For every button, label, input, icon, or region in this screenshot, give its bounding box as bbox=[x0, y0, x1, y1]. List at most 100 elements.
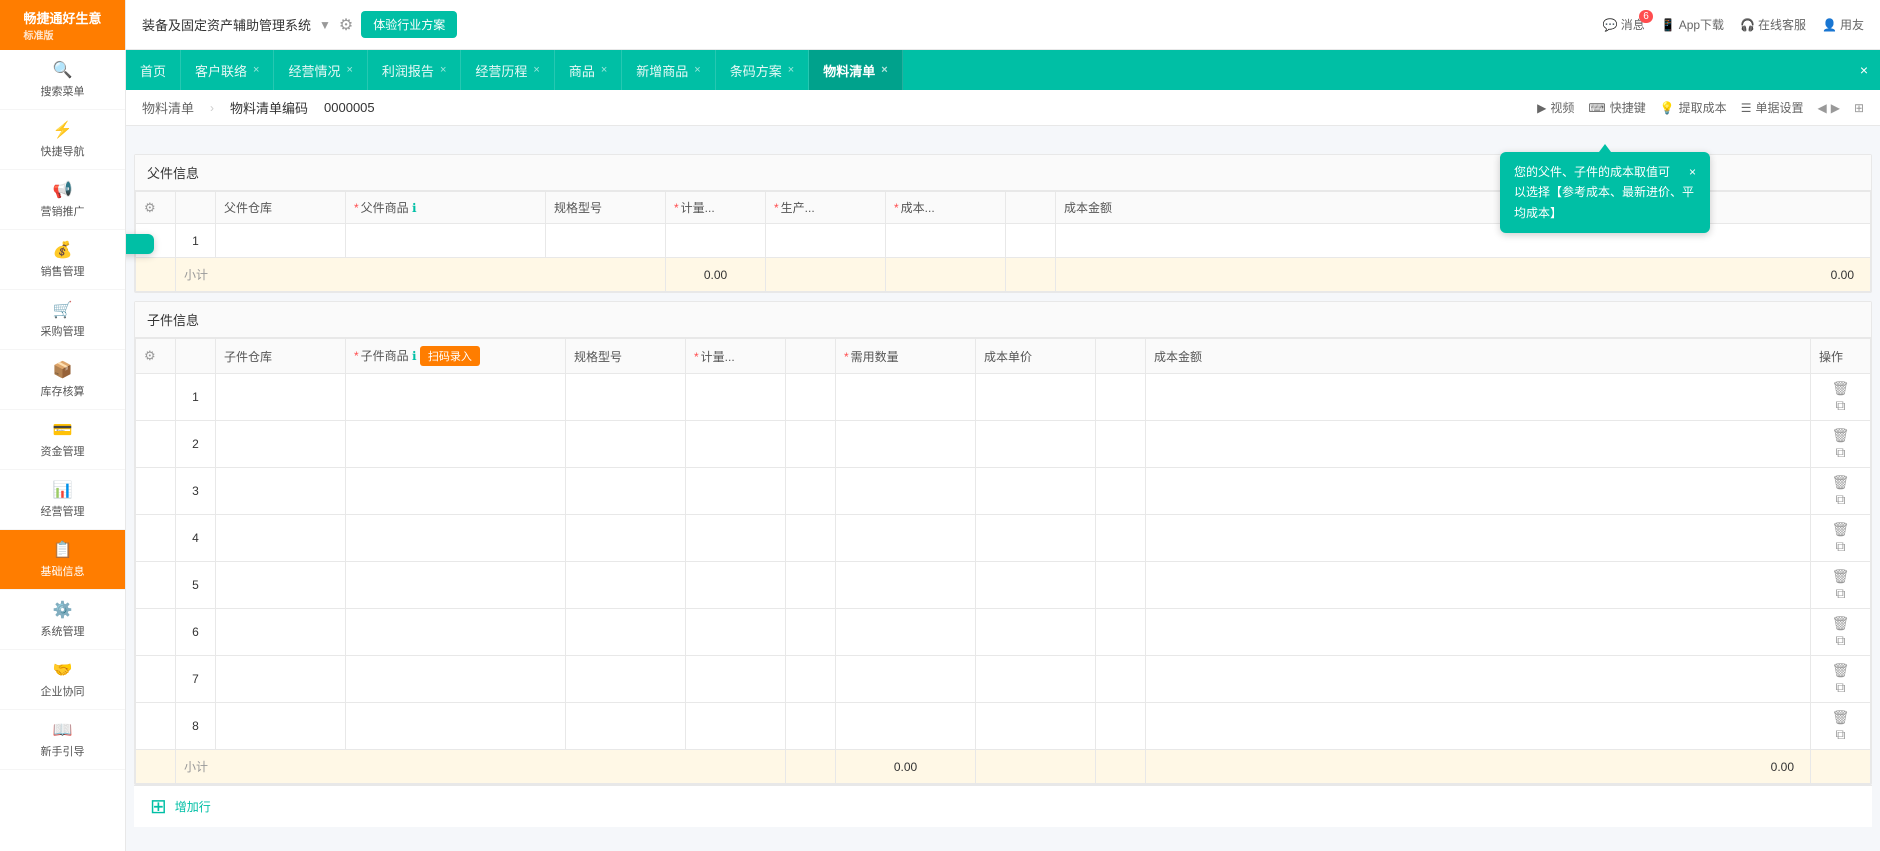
dropdown-icon[interactable]: ▼ bbox=[319, 18, 331, 32]
child-product-cell-1[interactable] bbox=[346, 374, 566, 421]
child-unit-cost-cell-7[interactable] bbox=[976, 656, 1096, 703]
child-unit-cost-cell-4[interactable] bbox=[976, 515, 1096, 562]
breadcrumb-item-1[interactable]: 物料清单 bbox=[142, 98, 194, 117]
child-unit-cost-cell-3[interactable] bbox=[976, 468, 1096, 515]
message-btn[interactable]: 💬 消息 6 bbox=[1603, 16, 1645, 33]
copy-icon-4[interactable]: ⧉ bbox=[1836, 538, 1846, 554]
sidebar-item-basic-info[interactable]: 📋基础信息 bbox=[0, 530, 125, 590]
child-warehouse-cell-3[interactable] bbox=[216, 468, 346, 515]
delete-icon-2[interactable]: 🗑 bbox=[1832, 427, 1850, 443]
child-qty-cell-5[interactable] bbox=[836, 562, 976, 609]
nav-tab-0[interactable]: 首页 bbox=[126, 50, 181, 90]
copy-icon-3[interactable]: ⧉ bbox=[1836, 491, 1846, 507]
online-service-btn[interactable]: 🎧 在线客服 bbox=[1740, 16, 1806, 33]
child-unit-cell-1[interactable] bbox=[686, 374, 786, 421]
experience-btn[interactable]: 体验行业方案 bbox=[361, 11, 457, 38]
child-warehouse-cell-1[interactable] bbox=[216, 374, 346, 421]
child-unit-cost-cell-5[interactable] bbox=[976, 562, 1096, 609]
nav-tab-close-3[interactable]: × bbox=[440, 64, 446, 76]
child-spec-cell-3[interactable] bbox=[566, 468, 686, 515]
video-btn[interactable]: ▶ 视频 bbox=[1537, 99, 1574, 116]
sidebar-item-system[interactable]: ⚙️系统管理 bbox=[0, 590, 125, 650]
parent-product-cell[interactable] bbox=[346, 224, 546, 258]
copy-icon-7[interactable]: ⧉ bbox=[1836, 679, 1846, 695]
settings-icon[interactable]: ⚙ bbox=[339, 15, 353, 35]
parent-spec-cell[interactable] bbox=[546, 224, 666, 258]
child-product-cell-7[interactable] bbox=[346, 656, 566, 703]
nav-tab-close-6[interactable]: × bbox=[694, 64, 700, 76]
child-unit-cell-5[interactable] bbox=[686, 562, 786, 609]
parent-unit-cell[interactable] bbox=[666, 224, 766, 258]
nav-tab-6[interactable]: 新增商品× bbox=[622, 50, 715, 90]
nav-tab-8[interactable]: 物料清单× bbox=[809, 50, 902, 90]
nav-tab-1[interactable]: 客户联络× bbox=[181, 50, 274, 90]
nav-tab-3[interactable]: 利润报告× bbox=[368, 50, 461, 90]
add-row-label[interactable]: 增加行 bbox=[175, 798, 211, 815]
child-spec-cell-1[interactable] bbox=[566, 374, 686, 421]
sidebar-item-enterprise[interactable]: 🤝企业协同 bbox=[0, 650, 125, 710]
add-row-icon[interactable]: ⊞ bbox=[150, 794, 167, 819]
child-warehouse-cell-7[interactable] bbox=[216, 656, 346, 703]
child-qty-cell-6[interactable] bbox=[836, 609, 976, 656]
parent-gear-icon[interactable]: ⚙ bbox=[144, 200, 156, 215]
sidebar-item-quick-nav[interactable]: ⚡快捷导航 bbox=[0, 110, 125, 170]
child-qty-cell-8[interactable] bbox=[836, 703, 976, 750]
child-unit-cell-4[interactable] bbox=[686, 515, 786, 562]
scan-btn[interactable]: 扫码录入 bbox=[420, 346, 480, 366]
child-product-info-icon[interactable]: ℹ bbox=[412, 349, 417, 363]
copy-icon-2[interactable]: ⧉ bbox=[1836, 444, 1846, 460]
nav-tab-close-4[interactable]: × bbox=[533, 64, 539, 76]
child-qty-cell-1[interactable] bbox=[836, 374, 976, 421]
child-spec-cell-5[interactable] bbox=[566, 562, 686, 609]
child-qty-cell-4[interactable] bbox=[836, 515, 976, 562]
child-spec-cell-2[interactable] bbox=[566, 421, 686, 468]
child-qty-cell-7[interactable] bbox=[836, 656, 976, 703]
child-spec-cell-8[interactable] bbox=[566, 703, 686, 750]
child-spec-cell-7[interactable] bbox=[566, 656, 686, 703]
cost-btn[interactable]: 💡 提取成本 bbox=[1660, 99, 1727, 116]
copy-icon-1[interactable]: ⧉ bbox=[1836, 397, 1846, 413]
child-qty-cell-2[interactable] bbox=[836, 421, 976, 468]
delete-icon-1[interactable]: 🗑 bbox=[1832, 380, 1850, 396]
sidebar-item-marketing[interactable]: 📢营销推广 bbox=[0, 170, 125, 230]
child-spec-cell-4[interactable] bbox=[566, 515, 686, 562]
child-unit-cost-cell-6[interactable] bbox=[976, 609, 1096, 656]
copy-icon-8[interactable]: ⧉ bbox=[1836, 726, 1846, 742]
child-product-cell-2[interactable] bbox=[346, 421, 566, 468]
child-unit-cell-7[interactable] bbox=[686, 656, 786, 703]
child-product-cell-5[interactable] bbox=[346, 562, 566, 609]
sidebar-item-sales[interactable]: 💰销售管理 bbox=[0, 230, 125, 290]
delete-icon-6[interactable]: 🗑 bbox=[1832, 615, 1850, 631]
child-unit-cost-cell-8[interactable] bbox=[976, 703, 1096, 750]
copy-icon-6[interactable]: ⧉ bbox=[1836, 632, 1846, 648]
child-product-cell-3[interactable] bbox=[346, 468, 566, 515]
child-gear-icon[interactable]: ⚙ bbox=[144, 348, 156, 363]
child-warehouse-cell-2[interactable] bbox=[216, 421, 346, 468]
parent-warehouse-cell[interactable] bbox=[216, 224, 346, 258]
child-warehouse-cell-6[interactable] bbox=[216, 609, 346, 656]
child-unit-cell-6[interactable] bbox=[686, 609, 786, 656]
delete-icon-5[interactable]: 🗑 bbox=[1832, 568, 1850, 584]
child-qty-cell-3[interactable] bbox=[836, 468, 976, 515]
child-spec-cell-6[interactable] bbox=[566, 609, 686, 656]
child-product-cell-6[interactable] bbox=[346, 609, 566, 656]
shortcut-btn[interactable]: ⌨ 快捷键 bbox=[1588, 99, 1645, 116]
nav-tab-close-5[interactable]: × bbox=[601, 64, 607, 76]
child-warehouse-cell-4[interactable] bbox=[216, 515, 346, 562]
parent-product-info-icon[interactable]: ℹ bbox=[412, 201, 417, 215]
parent-cost-cell[interactable] bbox=[886, 224, 1006, 258]
next-btn[interactable]: ▶ bbox=[1831, 101, 1840, 115]
child-unit-cost-cell-1[interactable] bbox=[976, 374, 1096, 421]
nav-tab-2[interactable]: 经营情况× bbox=[274, 50, 367, 90]
tooltip-close-btn[interactable]: × bbox=[1689, 162, 1696, 182]
nav-tab-close-7[interactable]: × bbox=[788, 64, 794, 76]
nav-close-all-btn[interactable]: × bbox=[1848, 62, 1880, 78]
nav-tab-4[interactable]: 经营历程× bbox=[461, 50, 554, 90]
nav-tab-close-2[interactable]: × bbox=[346, 64, 352, 76]
child-product-cell-8[interactable] bbox=[346, 703, 566, 750]
sidebar-item-finance[interactable]: 💳资金管理 bbox=[0, 410, 125, 470]
child-unit-cell-2[interactable] bbox=[686, 421, 786, 468]
grid-view-btn[interactable]: ⊞ bbox=[1854, 101, 1864, 115]
settings-doc-btn[interactable]: ☰ 单据设置 bbox=[1741, 99, 1804, 116]
breadcrumb-item-2[interactable]: 物料清单编码 bbox=[230, 98, 308, 117]
